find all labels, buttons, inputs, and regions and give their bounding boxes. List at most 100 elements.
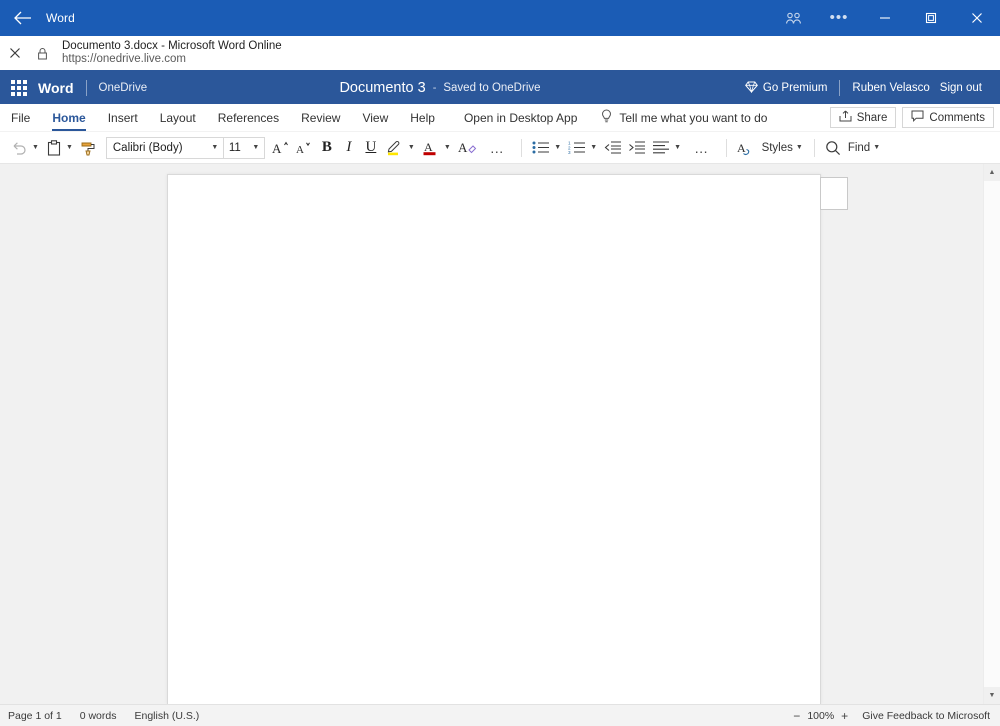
comments-button[interactable]: Comments	[902, 107, 994, 128]
svg-text:A: A	[272, 141, 282, 156]
italic-glyph: I	[346, 139, 351, 156]
maximize-button[interactable]	[908, 0, 954, 36]
undo-button[interactable]	[8, 134, 31, 162]
increase-indent-button[interactable]	[625, 134, 649, 162]
font-color-button[interactable]: A	[419, 134, 443, 162]
sign-out-link[interactable]: Sign out	[940, 82, 990, 94]
comment-anchor-box[interactable]	[820, 177, 848, 210]
go-premium-label: Go Premium	[763, 82, 828, 94]
close-tab-button[interactable]	[0, 47, 30, 59]
svg-text:A: A	[458, 140, 468, 155]
page-title-text: Documento 3.docx - Microsoft Word Online	[62, 40, 282, 53]
formatting-toolbar: ▼ ▼ Calibri (Body) ▼ 11 ▼ A	[0, 132, 1000, 164]
font-name-input[interactable]: Calibri (Body)	[107, 142, 207, 154]
styles-button[interactable]: A	[734, 134, 758, 162]
find-button[interactable]	[822, 134, 844, 162]
address-bar: Documento 3.docx - Microsoft Word Online…	[0, 36, 1000, 72]
lightbulb-icon	[601, 109, 612, 126]
styles-label[interactable]: Styles	[758, 142, 795, 154]
alignment-button[interactable]	[649, 134, 673, 162]
bullet-list-dropdown-chevron[interactable]: ▼	[553, 144, 565, 151]
address-text-block[interactable]: Documento 3.docx - Microsoft Word Online…	[62, 40, 282, 66]
numbered-list-button[interactable]: 1 2 3	[565, 134, 589, 162]
zoom-out-button[interactable]: −	[793, 710, 800, 722]
scrollbar-track[interactable]	[984, 181, 1000, 687]
zoom-level-label[interactable]: 100%	[807, 710, 834, 722]
title-dash: -	[433, 82, 437, 94]
underline-button[interactable]: U	[360, 134, 382, 162]
underline-glyph: U	[365, 139, 376, 156]
back-button[interactable]	[0, 0, 46, 36]
undo-dropdown-chevron[interactable]: ▼	[31, 144, 43, 151]
font-overflow-glyph: …	[484, 144, 512, 152]
paste-button[interactable]	[43, 134, 65, 162]
highlight-button[interactable]	[382, 134, 407, 162]
close-button[interactable]	[954, 0, 1000, 36]
page-url-text: https://onedrive.live.com	[62, 53, 282, 66]
more-paragraph-options-button[interactable]: …	[685, 134, 719, 162]
font-color-dropdown-chevron[interactable]: ▼	[443, 144, 455, 151]
office-app-name[interactable]: Word	[38, 80, 86, 96]
word-count-label[interactable]: 0 words	[80, 710, 135, 722]
go-premium-button[interactable]: Go Premium	[733, 81, 840, 96]
storage-location-label[interactable]: OneDrive	[87, 82, 148, 94]
document-canvas[interactable]: ▲ ▼	[0, 164, 1000, 704]
font-name-dropdown-chevron[interactable]: ▼	[207, 144, 223, 151]
font-controls: Calibri (Body) ▼ 11 ▼	[106, 137, 265, 159]
app-launcher-icon[interactable]	[0, 72, 38, 104]
clear-formatting-button[interactable]: A	[455, 134, 481, 162]
tab-references[interactable]: References	[207, 104, 290, 132]
document-page[interactable]	[167, 174, 821, 704]
page-count-label: Page 1 of 1	[8, 710, 80, 722]
bullet-list-button[interactable]	[529, 134, 553, 162]
open-in-desktop-app-button[interactable]: Open in Desktop App	[446, 111, 591, 125]
italic-button[interactable]: I	[338, 134, 360, 162]
tab-insert[interactable]: Insert	[97, 104, 149, 132]
office-header-bar: Word OneDrive Documento 3 - Saved to One…	[0, 72, 1000, 104]
tab-review[interactable]: Review	[290, 104, 351, 132]
status-bar: Page 1 of 1 0 words English (U.S.) − 100…	[0, 704, 1000, 726]
paste-dropdown-chevron[interactable]: ▼	[65, 144, 77, 151]
feedback-link[interactable]: Give Feedback to Microsoft	[862, 710, 992, 722]
styles-dropdown-chevron[interactable]: ▼	[795, 144, 807, 151]
word-online-window: Word •••	[0, 0, 1000, 726]
zoom-in-button[interactable]: +	[841, 710, 848, 722]
user-name[interactable]: Ruben Velasco	[840, 82, 939, 94]
more-options-icon[interactable]: •••	[816, 0, 862, 36]
grow-font-button[interactable]: A	[269, 134, 293, 162]
share-people-icon[interactable]	[770, 0, 816, 36]
save-status: Saved to OneDrive	[443, 82, 540, 94]
font-size-dropdown-chevron[interactable]: ▼	[248, 144, 264, 151]
ribbon-tab-bar: File Home Insert Layout References Revie…	[0, 104, 1000, 132]
scroll-down-arrow[interactable]: ▼	[984, 687, 1000, 704]
scroll-up-arrow[interactable]: ▲	[984, 164, 1000, 181]
document-name[interactable]: Documento 3	[339, 80, 425, 96]
tab-home[interactable]: Home	[41, 104, 96, 132]
alignment-dropdown-chevron[interactable]: ▼	[673, 144, 685, 151]
share-icon	[839, 110, 852, 125]
tab-view[interactable]: View	[351, 104, 399, 132]
tab-layout[interactable]: Layout	[149, 104, 207, 132]
more-options-glyph: •••	[830, 13, 849, 23]
comment-icon	[911, 110, 924, 125]
share-button[interactable]: Share	[830, 107, 897, 128]
decrease-indent-button[interactable]	[601, 134, 625, 162]
minimize-button[interactable]	[862, 0, 908, 36]
numbered-list-dropdown-chevron[interactable]: ▼	[589, 144, 601, 151]
font-size-input[interactable]: 11	[224, 142, 248, 154]
shrink-font-button[interactable]: A	[293, 134, 316, 162]
toolbar-separator-3	[814, 139, 815, 157]
bold-button[interactable]: B	[316, 134, 338, 162]
tab-help[interactable]: Help	[399, 104, 446, 132]
tell-me-search[interactable]: Tell me what you want to do	[591, 109, 767, 126]
vertical-scrollbar[interactable]: ▲ ▼	[983, 164, 1000, 704]
lock-icon	[30, 47, 54, 60]
highlight-dropdown-chevron[interactable]: ▼	[407, 144, 419, 151]
waffle-grid	[11, 80, 27, 96]
find-dropdown-chevron[interactable]: ▼	[872, 144, 884, 151]
find-label[interactable]: Find	[844, 142, 872, 154]
language-label[interactable]: English (U.S.)	[134, 710, 217, 722]
format-painter-button[interactable]	[77, 134, 100, 162]
tab-file[interactable]: File	[0, 104, 41, 132]
more-font-options-button[interactable]: …	[481, 134, 515, 162]
